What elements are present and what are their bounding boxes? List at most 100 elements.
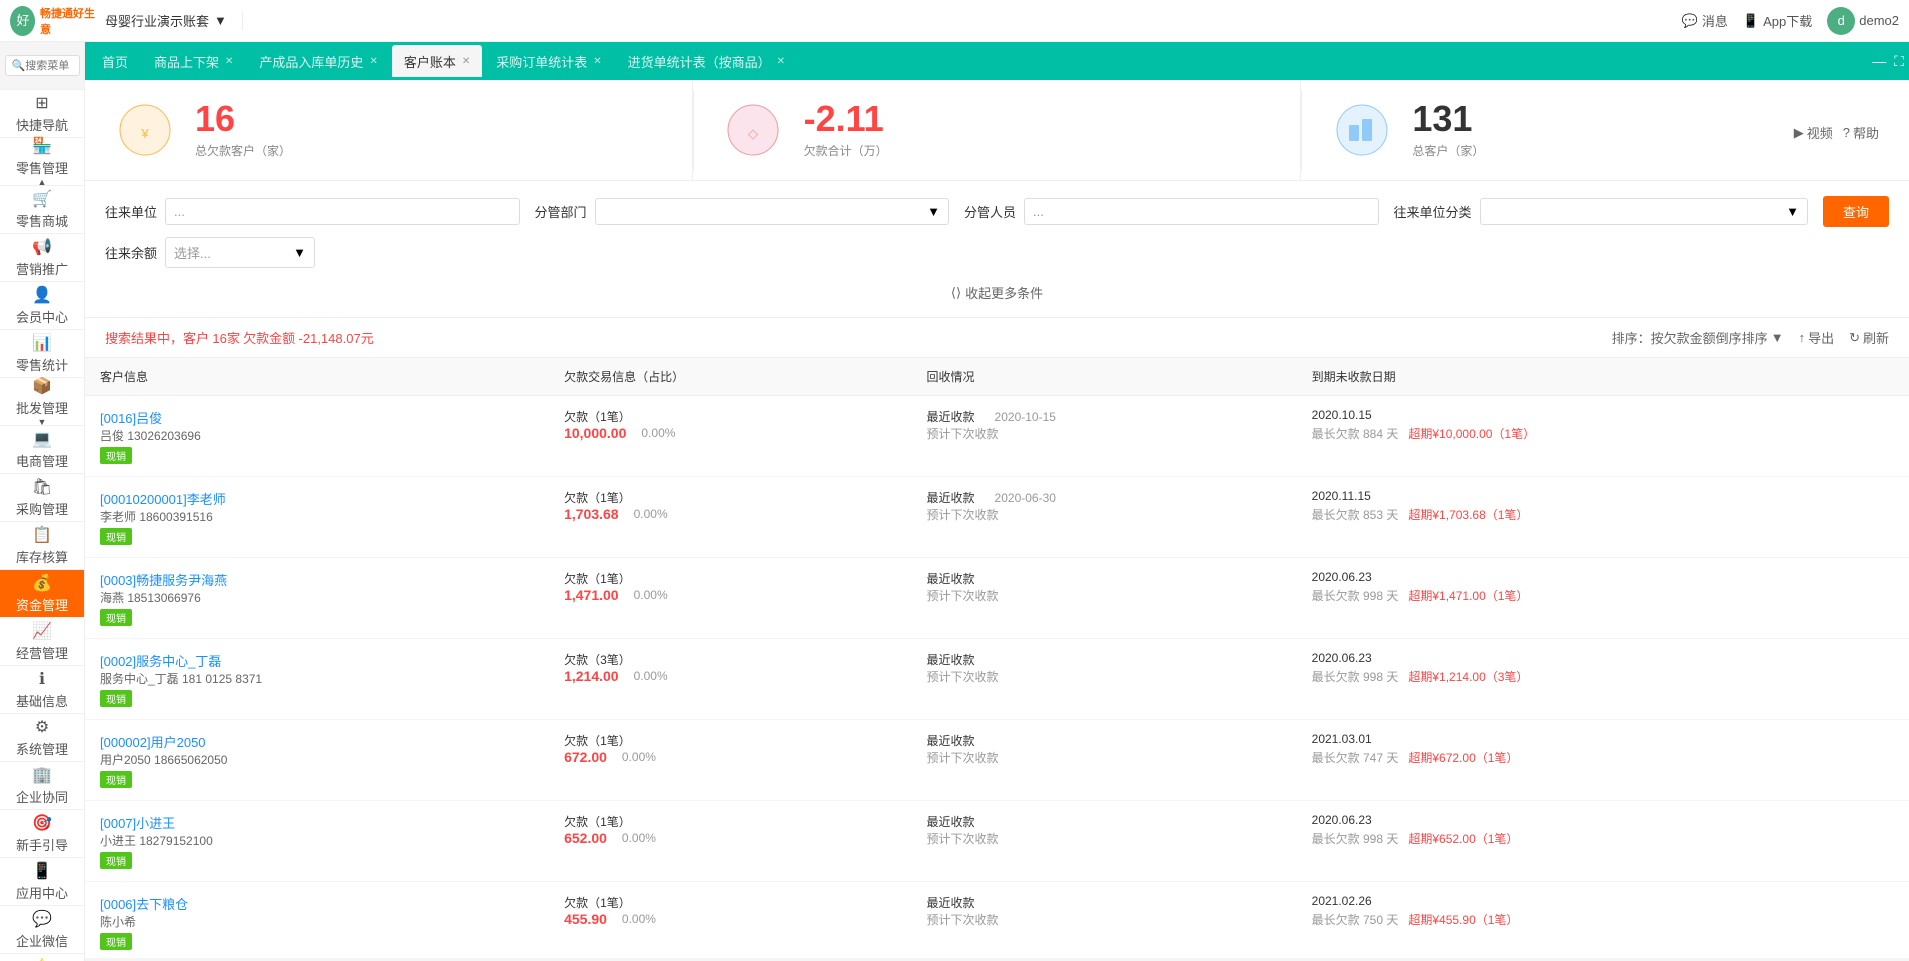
- sidebar-item-retail-manage[interactable]: 🏪 零售管理 ▲: [0, 138, 84, 186]
- logo-text: 畅捷通好生意: [40, 5, 95, 37]
- overdue-0[interactable]: 超期¥10,000.00（1笔）: [1408, 425, 1535, 442]
- tab-incoming-stats[interactable]: 进货单统计表（按商品） ✕: [616, 45, 797, 77]
- unit-category-dropdown-icon: ▼: [1786, 204, 1799, 219]
- filter-group-balance: 往来余额 选择... ▼: [105, 237, 1889, 268]
- tab-close-incoming-stats[interactable]: ✕: [777, 56, 785, 67]
- store-name: 母婴行业演示账套: [105, 11, 209, 30]
- debt-amount-3[interactable]: 1,214.00: [564, 668, 619, 684]
- sidebar-item-batch-manage[interactable]: 📦 批发管理 ▼: [0, 378, 84, 426]
- customer-name-6[interactable]: [0006]去下粮仓: [100, 894, 534, 913]
- unit-category-select[interactable]: ▼: [1480, 198, 1808, 225]
- search-button[interactable]: 查询: [1823, 196, 1889, 227]
- sidebar-item-capital[interactable]: 💰 资金管理: [0, 570, 84, 618]
- message-btn[interactable]: 💬 消息: [1682, 11, 1728, 30]
- overdue-4[interactable]: 超期¥672.00（1笔）: [1408, 749, 1518, 766]
- sidebar-item-basic-info[interactable]: ℹ 基础信息: [0, 666, 84, 714]
- tab-close-product-listing[interactable]: ✕: [225, 56, 233, 67]
- retail-mall-icon: 🛒: [32, 189, 52, 209]
- collapse-btn[interactable]: ⟨⟩ 收起更多条件: [105, 278, 1889, 302]
- manager-input[interactable]: ...: [1024, 198, 1378, 225]
- sidebar-item-guide[interactable]: 🎯 新手引导: [0, 810, 84, 858]
- sidebar-item-vip[interactable]: ⭐ 畅会员: [0, 954, 84, 961]
- tab-product-history[interactable]: 产成品入库单历史 ✕: [247, 45, 389, 77]
- sidebar-item-sys-manage[interactable]: ⚙ 系统管理: [0, 714, 84, 762]
- debt-total-number: -2.11: [804, 101, 888, 137]
- refresh-btn[interactable]: ↻ 刷新: [1849, 328, 1889, 347]
- sidebar-item-quick-nav[interactable]: ⊞ 快捷导航: [0, 90, 84, 138]
- sidebar-search-input[interactable]: [25, 60, 75, 72]
- debt-count-1: 欠款（1笔）: [564, 489, 896, 506]
- next-collection-6: 预计下次收款: [927, 913, 999, 927]
- sidebar-item-member[interactable]: 👤 会员中心: [0, 282, 84, 330]
- sidebar-item-ecom[interactable]: 💻 电商管理: [0, 426, 84, 474]
- inventory-icon: 📋: [32, 525, 52, 545]
- customer-name-1[interactable]: [00010200001]李老师: [100, 489, 534, 508]
- sidebar-label-retail-manage: 零售管理: [16, 158, 68, 177]
- store-selector[interactable]: 母婴行业演示账套 ▼: [95, 11, 243, 30]
- customer-name-0[interactable]: [0016]吕俊: [100, 408, 534, 427]
- overdue-5[interactable]: 超期¥652.00（1笔）: [1408, 830, 1518, 847]
- sidebar-item-search[interactable]: 🔍: [0, 42, 84, 90]
- app-download-btn[interactable]: 📱 App下载: [1743, 11, 1812, 30]
- tab-purchase-stats-label: 采购订单统计表: [496, 52, 587, 71]
- customer-name-4[interactable]: [000002]用户2050: [100, 732, 534, 751]
- customer-name-3[interactable]: [0002]服务中心_丁磊: [100, 651, 534, 670]
- balance-select[interactable]: 选择... ▼: [165, 237, 315, 268]
- overdue-6[interactable]: 超期¥455.90（1笔）: [1408, 911, 1518, 928]
- tab-home[interactable]: 首页: [90, 45, 140, 77]
- due-date-3: 2020.06.23: [1312, 651, 1894, 665]
- customer-name-5[interactable]: [0007]小进王: [100, 813, 534, 832]
- help-btn[interactable]: ? 帮助: [1843, 123, 1879, 142]
- sidebar-label-marketing: 营销推广: [16, 259, 68, 278]
- overdue-1[interactable]: 超期¥1,703.68（1笔）: [1408, 506, 1528, 523]
- customer-name-2[interactable]: [0003]畅捷服务尹海燕: [100, 570, 534, 589]
- overdue-2[interactable]: 超期¥1,471.00（1笔）: [1408, 587, 1528, 604]
- tab-end-controls: — ⛶: [1872, 53, 1904, 70]
- debt-amount-6[interactable]: 455.90: [564, 911, 607, 927]
- sort-control[interactable]: 排序：按欠款金额倒序排序 ▼: [1612, 328, 1784, 347]
- sidebar-item-retail-mall[interactable]: 🛒 零售商城: [0, 186, 84, 234]
- sidebar-item-marketing[interactable]: 📢 营销推广: [0, 234, 84, 282]
- source-unit-input[interactable]: ...: [165, 198, 519, 225]
- tab-close-customer-account[interactable]: ✕: [462, 56, 470, 67]
- user-profile[interactable]: d demo2: [1827, 7, 1899, 35]
- dept-select[interactable]: ▼: [595, 198, 949, 225]
- tab-expand-btn[interactable]: ⛶: [1894, 53, 1904, 70]
- debt-amount-5[interactable]: 652.00: [564, 830, 607, 846]
- debt-amount-4[interactable]: 672.00: [564, 749, 607, 765]
- overdue-3[interactable]: 超期¥1,214.00（3笔）: [1408, 668, 1528, 685]
- member-icon: 👤: [32, 285, 52, 305]
- tab-close-purchase-stats[interactable]: ✕: [593, 56, 601, 67]
- tab-minus-btn[interactable]: —: [1872, 53, 1886, 70]
- sidebar-item-enterprise[interactable]: 🏢 企业协同: [0, 762, 84, 810]
- export-label: 导出: [1808, 328, 1834, 347]
- sidebar-label-batch-manage: 批发管理: [16, 398, 68, 417]
- sidebar-item-enterprise-wechat[interactable]: 💬 企业微信: [0, 906, 84, 954]
- sidebar-item-inventory[interactable]: 📋 库存核算: [0, 522, 84, 570]
- table-row: [0016]吕俊 吕俊 13026203696 现销 欠款（1笔） 10,000…: [85, 396, 1909, 477]
- page-content: ¥ 16 总欠款客户（家） ◇: [85, 80, 1909, 961]
- customer-cell-6: [0006]去下粮仓 陈小希 现销: [85, 882, 549, 959]
- recent-collection-3: 最近收款: [927, 651, 975, 668]
- export-icon: ↑: [1799, 330, 1806, 345]
- sidebar-label-member: 会员中心: [16, 307, 68, 326]
- next-collection-4: 预计下次收款: [927, 751, 999, 765]
- sidebar-label-inventory: 库存核算: [16, 547, 68, 566]
- export-btn[interactable]: ↑ 导出: [1799, 328, 1835, 347]
- debt-amount-0[interactable]: 10,000.00: [564, 425, 626, 441]
- debt-customers-info: 16 总欠款客户（家）: [195, 101, 291, 159]
- sidebar-item-retail-stats[interactable]: 📊 零售统计: [0, 330, 84, 378]
- sidebar-item-purchase[interactable]: 🛍 采购管理: [0, 474, 84, 522]
- tab-close-product-history[interactable]: ✕: [369, 56, 377, 67]
- tab-product-listing[interactable]: 商品上下架 ✕: [142, 45, 245, 77]
- recovery-cell-0: 最近收款 2020-10-15 预计下次收款: [912, 396, 1297, 477]
- sidebar-item-app-center[interactable]: 📱 应用中心: [0, 858, 84, 906]
- debt-amount-2[interactable]: 1,471.00: [564, 587, 619, 603]
- tab-purchase-stats[interactable]: 采购订单统计表 ✕: [484, 45, 613, 77]
- sidebar-label-basic-info: 基础信息: [16, 691, 68, 710]
- view-video-btn[interactable]: ▶ 视频: [1794, 123, 1833, 142]
- tab-customer-account[interactable]: 客户账本 ✕: [392, 45, 482, 77]
- debt-amount-1[interactable]: 1,703.68: [564, 506, 619, 522]
- unit-category-label: 往来单位分类: [1394, 202, 1472, 221]
- sidebar-item-ops[interactable]: 📈 经营管理: [0, 618, 84, 666]
